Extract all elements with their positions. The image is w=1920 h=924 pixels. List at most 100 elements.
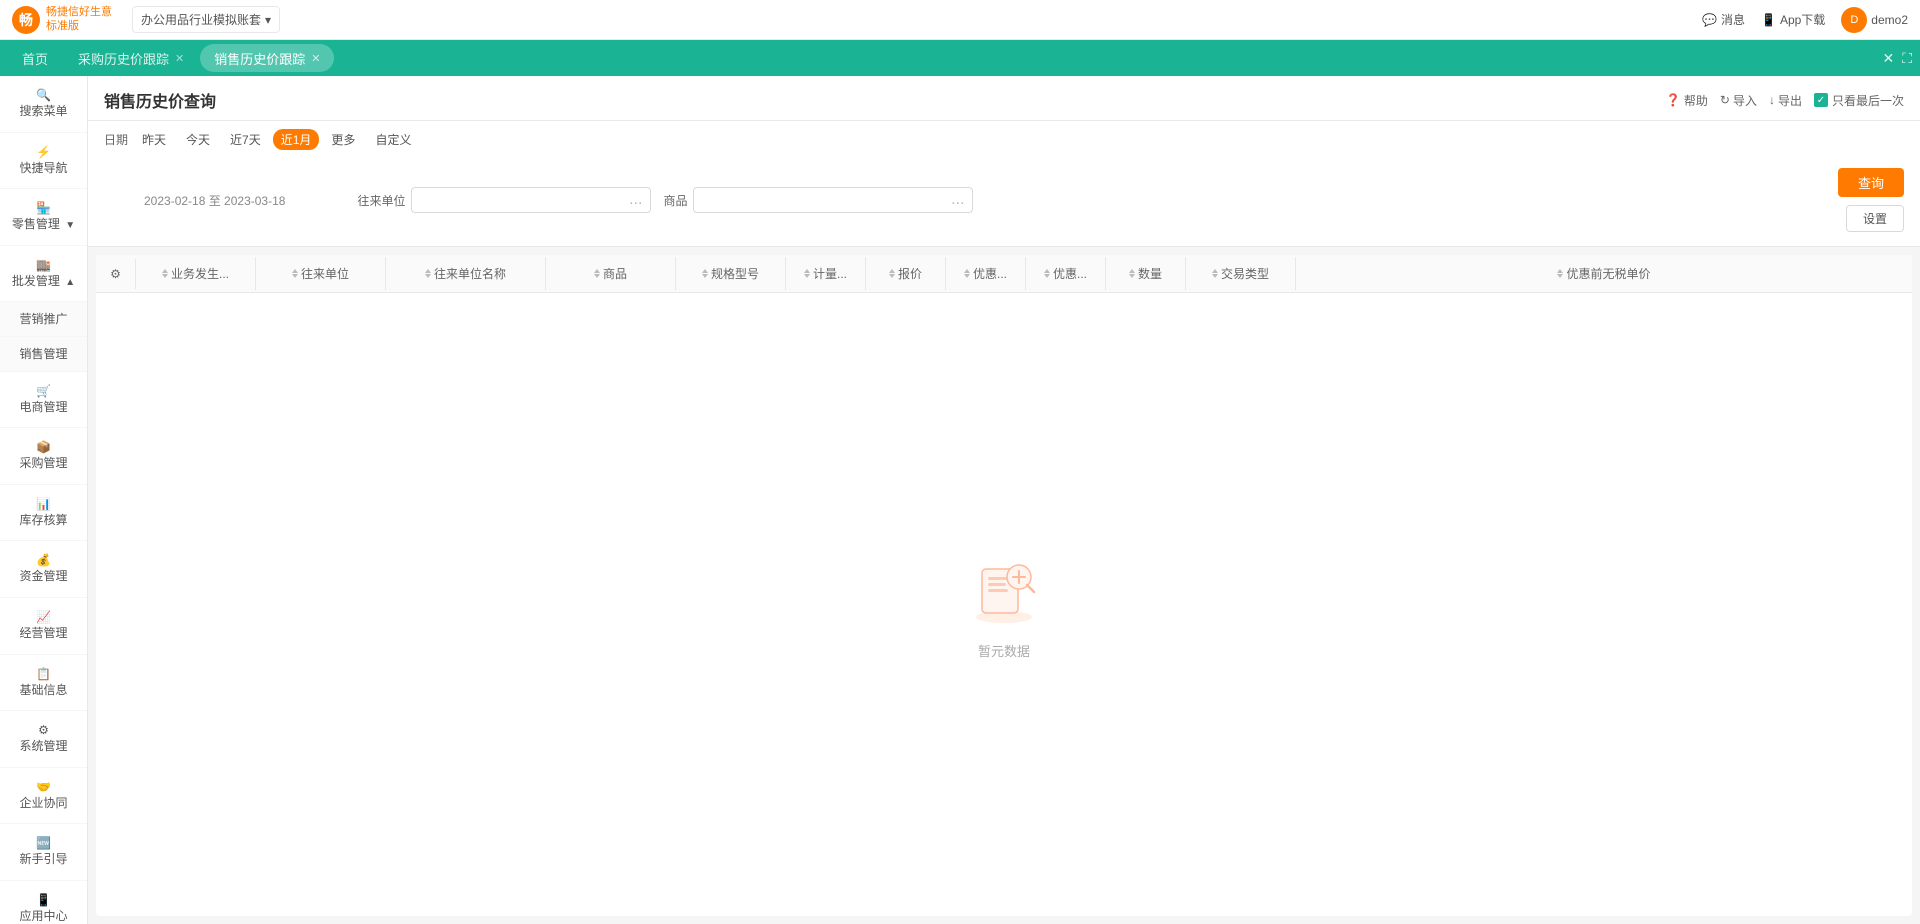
tab-sales[interactable]: 销售历史价跟踪 ✕: [200, 44, 334, 72]
tab-sales-label: 销售历史价跟踪: [214, 49, 305, 68]
col-sort-dis2: [1044, 269, 1050, 278]
partner-input[interactable]: [420, 193, 629, 207]
sidebar-item-sales-mgmt[interactable]: 销售管理: [0, 337, 87, 372]
partner-dots[interactable]: ...: [629, 191, 642, 209]
col-price[interactable]: 报价: [866, 257, 946, 290]
retail-icon: 🏪: [4, 201, 83, 215]
col-unit[interactable]: 计量...: [786, 257, 866, 290]
col-tax-price[interactable]: 优惠前无税单价: [1296, 257, 1912, 290]
date-option-yesterday[interactable]: 昨天: [134, 129, 174, 150]
page-title: 销售历史价查询: [104, 88, 216, 112]
app-download-action[interactable]: 📱 App下载: [1761, 11, 1825, 28]
maximize-icon[interactable]: ⛶: [1902, 50, 1912, 67]
user-profile[interactable]: D demo2: [1841, 7, 1908, 33]
col-dis1[interactable]: 优惠...: [946, 257, 1026, 290]
date-range-display: 2023-02-18 至 2023-03-18: [144, 194, 285, 208]
col-sort-price: [889, 269, 895, 278]
product-filter-label: 商品: [663, 192, 687, 209]
export-action[interactable]: ↓ 导出: [1769, 92, 1802, 109]
date-option-custom[interactable]: 自定义: [367, 129, 419, 150]
sidebar-item-inventory[interactable]: 📊 库存核算: [0, 485, 87, 542]
sidebar-item-ecommerce[interactable]: 🛒 电商管理: [0, 372, 87, 429]
sidebar-item-base-info[interactable]: 📋 基础信息: [0, 655, 87, 712]
col-sort-qty: [1129, 269, 1135, 278]
sidebar-item-enterprise-collab[interactable]: 🤝 企业协同: [0, 768, 87, 825]
date-option-7days[interactable]: 近7天: [222, 129, 269, 150]
gear-settings-icon[interactable]: ⚙: [110, 267, 121, 281]
import-icon: ↻: [1720, 93, 1730, 107]
sidebar-item-purchase[interactable]: 📦 采购管理: [0, 428, 87, 485]
help-action[interactable]: ❓ 帮助: [1666, 92, 1708, 109]
sidebar-item-new-guide[interactable]: 🆕 新手引导: [0, 824, 87, 881]
partner-filter-input-container: ...: [411, 187, 651, 213]
sidebar-item-wholesale[interactable]: 🏬 批发管理 ▲: [0, 246, 87, 303]
col-sort-unit-name: [425, 269, 431, 278]
settings-button[interactable]: 设置: [1846, 205, 1904, 232]
sidebar-item-system[interactable]: ⚙ 系统管理: [0, 711, 87, 768]
sidebar-item-finance[interactable]: 💰 资金管理: [0, 541, 87, 598]
col-unit-name[interactable]: 往来单位名称: [386, 257, 546, 290]
logo-area: 畅 畅捷信好生意 标准版: [12, 6, 112, 34]
col-date[interactable]: 业务发生...: [136, 257, 256, 290]
tab-home-label: 首页: [22, 49, 48, 68]
col-spec[interactable]: 规格型号: [676, 257, 786, 290]
tab-bar-actions: ✕ ⛶: [1882, 50, 1912, 67]
search-menu-icon: 🔍: [4, 88, 83, 102]
logo-text: 畅捷信好生意 标准版: [46, 6, 112, 32]
tab-purchase[interactable]: 采购历史价跟踪 ✕: [64, 44, 198, 72]
filter-row: 日期 昨天 今天 近7天 近1月 更多 自定义 2023-02-18 至 202…: [104, 129, 1904, 236]
quick-nav-icon: ⚡: [4, 145, 83, 159]
product-input[interactable]: [702, 193, 951, 207]
page-header: 销售历史价查询 ❓ 帮助 ↻ 导入 ↓ 导出 ✓ 只看最后一次: [88, 76, 1920, 121]
tab-purchase-close[interactable]: ✕: [175, 52, 184, 65]
guide-icon: 🆕: [4, 836, 83, 850]
operations-icon: 📈: [4, 610, 83, 624]
page-header-actions: ❓ 帮助 ↻ 导入 ↓ 导出 ✓ 只看最后一次: [1666, 92, 1904, 109]
sidebar-item-marketing[interactable]: 营销推广: [0, 302, 87, 337]
col-unit-code[interactable]: 往来单位: [256, 257, 386, 290]
close-tab-icon[interactable]: ✕: [1882, 50, 1894, 67]
only-last-checkbox[interactable]: ✓ 只看最后一次: [1814, 92, 1904, 109]
date-option-1month[interactable]: 近1月: [273, 129, 320, 150]
checkbox-checked-icon: ✓: [1814, 93, 1828, 107]
main-layout: 🔍 搜索菜单 ⚡ 快捷导航 🏪 零售管理 ▼ 🏬 批发管理 ▲ 营销推广 销售管…: [0, 76, 1920, 924]
col-product[interactable]: 商品: [546, 257, 676, 290]
filter-bar: 日期 昨天 今天 近7天 近1月 更多 自定义 2023-02-18 至 202…: [88, 121, 1920, 247]
sidebar-item-search-menu[interactable]: 🔍 搜索菜单: [0, 76, 87, 133]
product-filter-input-container: ...: [693, 187, 973, 213]
top-bar-right: 💬 消息 📱 App下载 D demo2: [1702, 7, 1908, 33]
sidebar-item-retail[interactable]: 🏪 零售管理 ▼: [0, 189, 87, 246]
date-option-today[interactable]: 今天: [178, 129, 218, 150]
sidebar-item-app-center[interactable]: 📱 应用中心: [0, 881, 87, 924]
message-action[interactable]: 💬 消息: [1702, 11, 1745, 28]
col-sort-product: [594, 269, 600, 278]
collab-icon: 🤝: [4, 780, 83, 794]
partner-filter-group: 往来单位 ...: [357, 187, 651, 213]
col-qty[interactable]: 数量: [1106, 257, 1186, 290]
tab-bar: 首页 采购历史价跟踪 ✕ 销售历史价跟踪 ✕ ✕ ⛶: [0, 40, 1920, 76]
purchase-icon: 📦: [4, 440, 83, 454]
app-selector[interactable]: 办公用品行业模拟账套 ▾: [132, 6, 280, 33]
col-sort-dis1: [964, 269, 970, 278]
table-wrapper: ⚙ 业务发生... 往来单位: [96, 255, 1912, 916]
sidebar-item-quick-nav[interactable]: ⚡ 快捷导航: [0, 133, 87, 190]
ecommerce-icon: 🛒: [4, 384, 83, 398]
col-dis2[interactable]: 优惠...: [1026, 257, 1106, 290]
import-action[interactable]: ↻ 导入: [1720, 92, 1757, 109]
tab-home[interactable]: 首页: [8, 44, 62, 72]
date-options: 昨天 今天 近7天 近1月 更多 自定义: [134, 129, 419, 150]
message-icon: 💬: [1702, 13, 1717, 27]
date-option-more[interactable]: 更多: [323, 129, 363, 150]
tab-sales-close[interactable]: ✕: [311, 52, 320, 65]
empty-state: 暂元数据: [96, 293, 1912, 916]
chevron-down-icon: ▾: [265, 13, 271, 27]
col-trade[interactable]: 交易类型: [1186, 257, 1296, 290]
col-gear[interactable]: ⚙: [96, 259, 136, 289]
finance-icon: 💰: [4, 553, 83, 567]
top-bar: 畅 畅捷信好生意 标准版 办公用品行业模拟账套 ▾ 💬 消息 📱 App下载 D…: [0, 0, 1920, 40]
top-bar-left: 畅 畅捷信好生意 标准版 办公用品行业模拟账套 ▾: [12, 6, 280, 34]
query-button[interactable]: 查询: [1838, 168, 1904, 197]
sidebar-item-operations[interactable]: 📈 经营管理: [0, 598, 87, 655]
table-header: ⚙ 业务发生... 往来单位: [96, 255, 1912, 293]
product-dots[interactable]: ...: [951, 191, 964, 209]
